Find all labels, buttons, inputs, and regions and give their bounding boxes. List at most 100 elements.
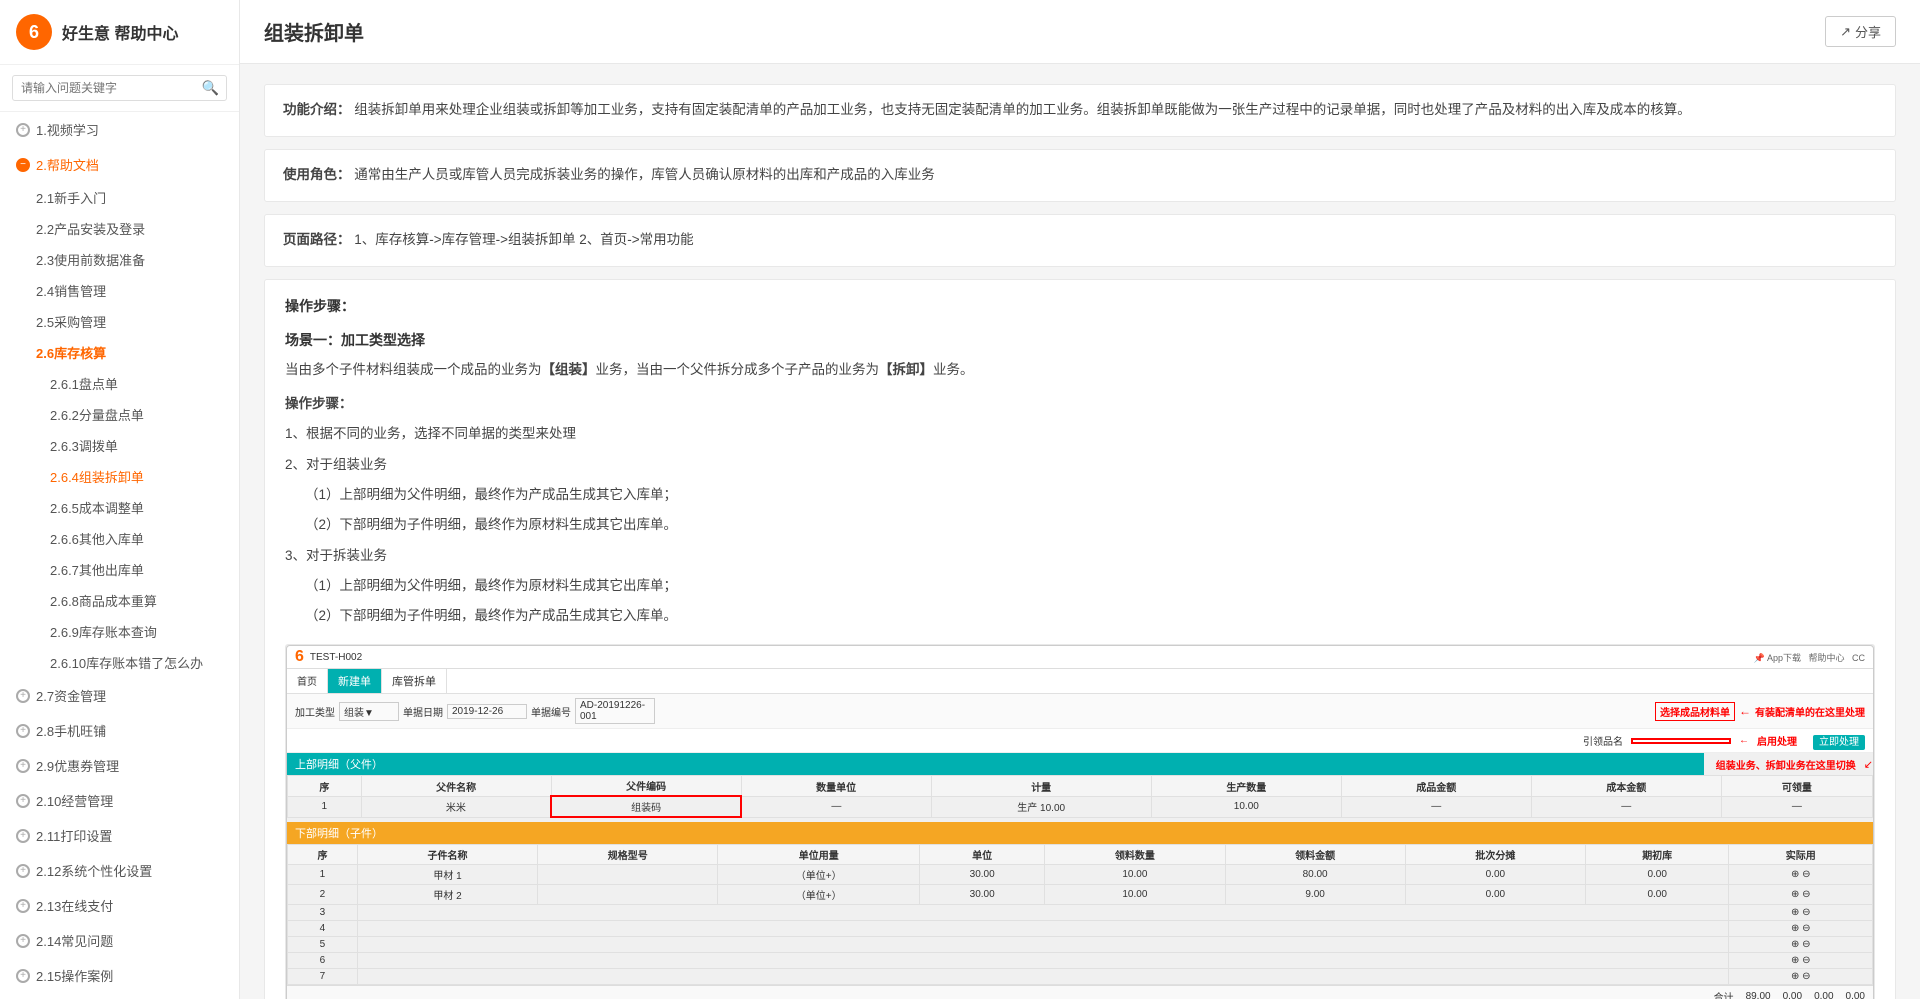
sidebar-item-costadj[interactable]: 2.6.5成本调整单 <box>0 492 239 523</box>
sidebar-item-costcalc[interactable]: 2.6.8商品成本重算 <box>0 585 239 616</box>
sidebar-item-stockcount[interactable]: 2.6.1盘点单 <box>0 368 239 399</box>
sidebar-item-adjust[interactable]: 2.6.3调拨单 <box>0 430 239 461</box>
search-icon[interactable]: 🔍 <box>202 80 219 97</box>
sidebar-item-cases[interactable]: + 2.15操作案例 <box>0 958 239 993</box>
share-button[interactable]: ↗ 分享 <box>1825 16 1896 47</box>
footer-label: 合计 <box>1714 989 1734 999</box>
mock-tab-newdoc[interactable]: 新建单 <box>328 669 382 693</box>
plus-icon: + <box>16 689 30 703</box>
logo-icon: 6 <box>16 14 52 50</box>
col-child-use: 领料数量 <box>1045 845 1225 865</box>
mock-section-row: 上部明细（父件） 组装业务、拆卸业务在这里切换 ↙ <box>287 753 1873 775</box>
sidebar-item-ledgererr[interactable]: 2.6.10库存账本错了怎么办 <box>0 647 239 678</box>
sidebar-item-print[interactable]: + 2.11打印设置 <box>0 818 239 853</box>
sidebar-item-purchase[interactable]: 2.5采购管理 <box>0 306 239 337</box>
sidebar-item-label: 2.帮助文档 <box>36 155 99 174</box>
mock-tab-list[interactable]: 库管拆单 <box>382 669 447 693</box>
sidebar-item-otherin[interactable]: 2.6.6其他入库单 <box>0 523 239 554</box>
sidebar-item-mobile[interactable]: + 2.8手机旺铺 <box>0 713 239 748</box>
col-unit: 数量单位 <box>741 776 931 797</box>
cell-available: — <box>1721 796 1872 817</box>
cell-l2-act: ⊕ ⊖ <box>1729 885 1873 905</box>
sidebar-item-coupon[interactable]: + 2.9优惠券管理 <box>0 748 239 783</box>
path-text: 1、库存核算->库存管理->组装拆卸单 2、首页->常用功能 <box>354 232 693 247</box>
sidebar-item-faq[interactable]: + 2.14常见问题 <box>0 923 239 958</box>
annotation-text-1: 有装配清单的在这里处理 <box>1755 704 1865 719</box>
cell-cost: — <box>1531 796 1721 817</box>
table-row-lower-3: 3 ⊕ ⊖ <box>288 905 1873 921</box>
col-available: 可领量 <box>1721 776 1872 797</box>
plus-icon: + <box>16 829 30 843</box>
mock-date-input[interactable]: 2019-12-26 <box>447 704 527 719</box>
mock-tab-home[interactable]: 首页 <box>287 669 328 693</box>
path-block: 页面路径： 1、库存核算->库存管理->组装拆卸单 2、首页->常用功能 <box>264 214 1896 267</box>
sidebar-item-customize[interactable]: + 2.12系统个性化设置 <box>0 853 239 888</box>
mock-form-row: 加工类型 组装▼ 单据日期 2019-12-26 单据编号 AD-2019122… <box>287 694 1873 729</box>
table-row-lower-7: 7 ⊕ ⊖ <box>288 969 1873 985</box>
cell-name: 米米 <box>361 796 551 817</box>
step-2-1: （1）上部明细为父件明细，最终作为产成品生成其它入库单； <box>285 483 1875 507</box>
cell-l2-name: 甲材 2 <box>357 885 537 905</box>
cell-l2-a: 0.00 <box>1585 885 1728 905</box>
cell-l5-seq: 5 <box>288 937 358 953</box>
mock-enable-input[interactable] <box>1631 738 1731 744</box>
mock-num-input[interactable]: AD-20191226-001 <box>575 698 655 724</box>
sidebar-sub-label: 2.1新手入门 <box>36 191 106 206</box>
mock-confirm-btn[interactable]: 立即处理 <box>1813 733 1865 748</box>
sidebar-item-prepare[interactable]: 2.3使用前数据准备 <box>0 244 239 275</box>
nav-section: + 1.视频学习 − 2.帮助文档 2.1新手入门 2.2产品安装及登录 2.3… <box>0 112 239 999</box>
page-title: 组装拆卸单 <box>264 17 364 46</box>
sidebar-item-videos[interactable]: + 1.视频学习 <box>0 112 239 147</box>
mock-type-input[interactable]: 组装▼ <box>339 702 399 721</box>
col-child-cost2: 批次分摊 <box>1405 845 1585 865</box>
arrow-icon3: ↙ <box>1864 758 1873 771</box>
sidebar-item-finance[interactable]: + 2.7资金管理 <box>0 678 239 713</box>
cell-l2-use: 10.00 <box>1045 885 1225 905</box>
cell-l1-seq: 1 <box>288 865 358 885</box>
cell-l3-seq: 3 <box>288 905 358 921</box>
cell-l3-act: ⊕ ⊖ <box>1729 905 1873 921</box>
path-label: 页面路径： <box>283 232 351 247</box>
sidebar-sub-label: 2.4销售管理 <box>36 284 106 299</box>
mock-date-label: 单据日期 <box>403 704 443 719</box>
step-list: 1、根据不同的业务，选择不同单据的类型来处理 2、对于组装业务 （1）上部明细为… <box>285 422 1875 628</box>
sidebar-item-inventory[interactable]: 2.6库存核算 <box>0 337 239 368</box>
screenshot-container: 6 TEST-H002 📌 App下载 帮助中心 CC 首页 新建单 库管拆单 <box>285 644 1875 999</box>
table-row: 1 米米 组装码 — 生产 10.00 10.00 — — — <box>288 796 1873 817</box>
table-row-lower-1: 1 甲材 1 （单位+） 30.00 10.00 80.00 0.00 0.00… <box>288 865 1873 885</box>
sidebar-item-sales[interactable]: 2.4销售管理 <box>0 275 239 306</box>
cell-l7-empty <box>357 969 1729 985</box>
steps-block: 操作步骤： 场景一：加工类型选择 当由多个子件材料组装成一个成品的业务为【组装】… <box>264 279 1896 999</box>
sidebar-item-ledger[interactable]: 2.6.9库存账本查询 <box>0 616 239 647</box>
sidebar-item-splitcount[interactable]: 2.6.2分量盘点单 <box>0 399 239 430</box>
mock-tab-label2: 库管拆单 <box>392 676 436 688</box>
sidebar-item-docs[interactable]: − 2.帮助文档 <box>0 147 239 182</box>
col-child-avail: 期初库 <box>1585 845 1728 865</box>
arrow-icon2: ← <box>1739 735 1749 746</box>
sidebar: 6 好生意 帮助中心 🔍 + 1.视频学习 − 2.帮助文档 2.1新手入门 2… <box>0 0 240 999</box>
col-child-name: 子件名称 <box>357 845 537 865</box>
footer-val1: 89.00 <box>1746 991 1771 999</box>
mock-top-nav: 6 TEST-H002 📌 App下载 帮助中心 CC <box>287 646 1873 669</box>
cell-l1-unit <box>538 865 718 885</box>
search-input[interactable] <box>12 75 227 101</box>
mock-logo: 6 <box>295 648 304 666</box>
table-row-lower-6: 6 ⊕ ⊖ <box>288 953 1873 969</box>
sidebar-item-install[interactable]: 2.2产品安装及登录 <box>0 213 239 244</box>
role-label: 使用角色： <box>283 167 351 182</box>
cell-code: 组装码 <box>551 796 741 817</box>
table-row-lower-5: 5 ⊕ ⊖ <box>288 937 1873 953</box>
sidebar-subsub-label: 2.6.5成本调整单 <box>50 501 144 516</box>
step-1: 1、根据不同的业务，选择不同单据的类型来处理 <box>285 422 1875 446</box>
table-row-lower-4: 4 ⊕ ⊖ <box>288 921 1873 937</box>
search-box[interactable]: 🔍 <box>0 65 239 112</box>
sidebar-item-otherout[interactable]: 2.6.7其他出库单 <box>0 554 239 585</box>
step-2-2: （2）下部明细为子件明细，最终作为原材料生成其它出库单。 <box>285 513 1875 537</box>
sidebar-item-label: 2.14常见问题 <box>36 931 113 950</box>
sidebar-item-onlinepay[interactable]: + 2.13在线支付 <box>0 888 239 923</box>
sidebar-subsub-label: 2.6.8商品成本重算 <box>50 594 157 609</box>
sidebar-item-ops[interactable]: + 2.10经营管理 <box>0 783 239 818</box>
sidebar-item-newcomer[interactable]: 2.1新手入门 <box>0 182 239 213</box>
sidebar-item-assembly[interactable]: 2.6.4组装拆卸单 <box>0 461 239 492</box>
step-3: 3、对于拆装业务 <box>285 544 1875 568</box>
